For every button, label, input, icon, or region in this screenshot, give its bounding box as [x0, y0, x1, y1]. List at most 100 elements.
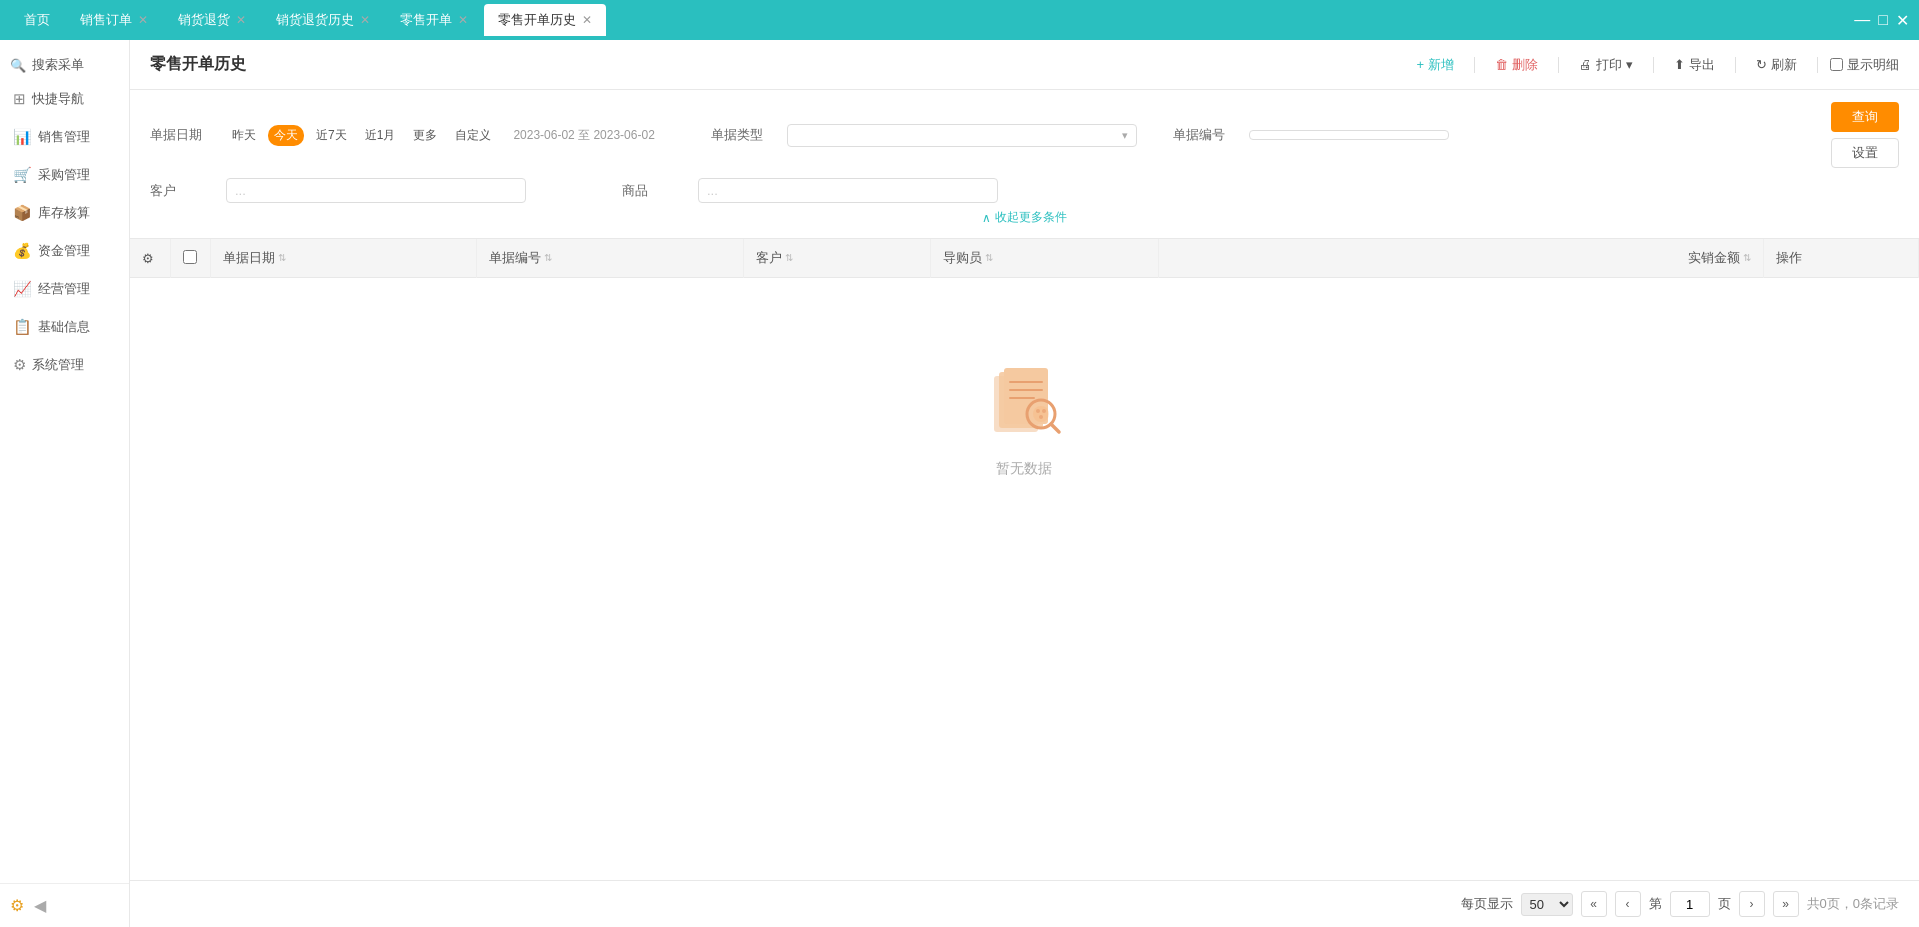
total-info: 共0页，0条记录	[1807, 895, 1899, 913]
tab-sales-order-close[interactable]: ✕	[138, 13, 148, 27]
page-label: 第	[1649, 895, 1662, 913]
page-first-button[interactable]: «	[1581, 891, 1607, 917]
tab-sales-return[interactable]: 销货退货 ✕	[164, 4, 260, 36]
filter-area: 单据日期 昨天 今天 近7天 近1月 更多 自定义 2023-06-02 至 2…	[130, 90, 1919, 239]
goods-placeholder: ...	[707, 183, 718, 198]
table-settings-icon[interactable]: ⚙	[142, 251, 154, 266]
page-prev-button[interactable]: ‹	[1615, 891, 1641, 917]
empty-row: 暂无数据	[130, 278, 1919, 559]
sidebar: 🔍 搜索采单 ⊞ 快捷导航 📊 销售管理 🛒 采购管理 📦 库存核算 💰 资金管…	[0, 40, 130, 927]
page-title: 零售开单历史	[150, 54, 246, 75]
sales-mgmt-icon: 📊	[13, 128, 32, 146]
select-all-checkbox[interactable]	[183, 250, 197, 264]
tab-sales-order-label: 销售订单	[80, 11, 132, 29]
collapse-up-icon: ∧	[982, 211, 991, 225]
date-btn-7days[interactable]: 近7天	[310, 125, 353, 146]
date-btn-1month[interactable]: 近1月	[359, 125, 402, 146]
export-icon: ⬆	[1674, 57, 1685, 72]
query-button[interactable]: 查询	[1831, 102, 1899, 132]
sidebar-item-finance[interactable]: 💰 资金管理	[0, 232, 129, 270]
sidebar-item-system[interactable]: ⚙ 系统管理	[0, 346, 129, 384]
goods-input[interactable]: ...	[698, 178, 998, 203]
sidebar-item-purchase-mgmt[interactable]: 🛒 采购管理	[0, 156, 129, 194]
page-last-button[interactable]: »	[1773, 891, 1799, 917]
date-btn-custom[interactable]: 自定义	[449, 125, 497, 146]
tab-retail-open-history[interactable]: 零售开单历史 ✕	[484, 4, 606, 36]
sidebar-item-operations[interactable]: 📈 经营管理	[0, 270, 129, 308]
th-guide[interactable]: 导购员 ⇅	[931, 239, 1158, 278]
date-btn-group: 昨天 今天 近7天 近1月 更多 自定义	[226, 125, 497, 146]
add-button[interactable]: + 新增	[1408, 52, 1462, 78]
operations-icon: 📈	[13, 280, 32, 298]
empty-cell: 暂无数据	[130, 278, 1919, 559]
pagination: 每页显示 50 10 20 100 « ‹ 第 页 › » 共0页，0条记录	[130, 880, 1919, 927]
sidebar-search[interactable]: 🔍 搜索采单	[0, 50, 129, 80]
divider-1	[1474, 57, 1475, 73]
sidebar-collapse-icon[interactable]: ◀	[34, 896, 46, 915]
order-no-input[interactable]	[1249, 130, 1449, 140]
date-btn-today[interactable]: 今天	[268, 125, 304, 146]
divider-2	[1558, 57, 1559, 73]
sidebar-item-quick-nav[interactable]: ⊞ 快捷导航	[0, 80, 129, 118]
collapse-more-btn[interactable]: ∧ 收起更多条件	[150, 205, 1899, 230]
sidebar-item-base-info-label: 基础信息	[38, 318, 90, 336]
print-label: 打印	[1596, 56, 1622, 74]
export-button[interactable]: ⬆ 导出	[1666, 52, 1723, 78]
tab-retail-open-close[interactable]: ✕	[458, 13, 468, 27]
order-type-select[interactable]: ▾	[787, 124, 1137, 147]
th-actions-label: 操作	[1776, 250, 1802, 265]
empty-svg	[979, 358, 1069, 448]
page-next-button[interactable]: ›	[1739, 891, 1765, 917]
tab-sales-return-history-close[interactable]: ✕	[360, 13, 370, 27]
tab-sales-order[interactable]: 销售订单 ✕	[66, 4, 162, 36]
customer-sort-icon: ⇅	[785, 253, 793, 263]
window-min-button[interactable]: —	[1854, 11, 1870, 29]
display-detail-label: 显示明细	[1847, 56, 1899, 74]
table-head: ⚙ 单据日期 ⇅ 单据编号	[130, 239, 1919, 278]
th-date-label: 单据日期	[223, 249, 275, 267]
goods-label: 商品	[622, 182, 682, 200]
data-table: ⚙ 单据日期 ⇅ 单据编号	[130, 239, 1919, 558]
customer-input[interactable]: ...	[226, 178, 526, 203]
purchase-mgmt-icon: 🛒	[13, 166, 32, 184]
th-number[interactable]: 单据编号 ⇅	[477, 239, 744, 278]
tab-retail-open[interactable]: 零售开单 ✕	[386, 4, 482, 36]
amount-sort-icon: ⇅	[1743, 253, 1751, 263]
print-button[interactable]: 🖨 打印 ▾	[1571, 52, 1641, 78]
sidebar-settings-icon[interactable]: ⚙	[10, 896, 24, 915]
th-actions: 操作	[1764, 239, 1919, 278]
tab-home-label: 首页	[24, 11, 50, 29]
tab-sales-return-history[interactable]: 销货退货历史 ✕	[262, 4, 384, 36]
per-page-select[interactable]: 50 10 20 100	[1521, 893, 1573, 916]
tab-home[interactable]: 首页	[10, 4, 64, 36]
date-label: 单据日期	[150, 126, 210, 144]
tab-retail-open-history-close[interactable]: ✕	[582, 13, 592, 27]
window-max-button[interactable]: □	[1878, 11, 1888, 29]
window-close-button[interactable]: ✕	[1896, 11, 1909, 30]
table-area: ⚙ 单据日期 ⇅ 单据编号	[130, 239, 1919, 880]
settings-button[interactable]: 设置	[1831, 138, 1899, 168]
table-header-row: ⚙ 单据日期 ⇅ 单据编号	[130, 239, 1919, 278]
sidebar-item-base-info[interactable]: 📋 基础信息	[0, 308, 129, 346]
display-detail-checkbox[interactable]	[1830, 58, 1843, 71]
display-detail-checkbox-container[interactable]: 显示明细	[1830, 56, 1899, 74]
delete-button[interactable]: 🗑 删除	[1487, 52, 1546, 78]
date-btn-more[interactable]: 更多	[407, 125, 443, 146]
divider-5	[1817, 57, 1818, 73]
th-settings[interactable]: ⚙	[130, 239, 170, 278]
th-date[interactable]: 单据日期 ⇅	[210, 239, 477, 278]
th-amount[interactable]: 实销金额 ⇅	[1158, 239, 1764, 278]
sidebar-item-inventory[interactable]: 📦 库存核算	[0, 194, 129, 232]
sidebar-item-finance-label: 资金管理	[38, 242, 90, 260]
refresh-button[interactable]: ↻ 刷新	[1748, 52, 1805, 78]
print-icon: 🖨	[1579, 57, 1592, 72]
th-customer[interactable]: 客户 ⇅	[743, 239, 931, 278]
page-number-input[interactable]	[1670, 891, 1710, 917]
date-btn-yesterday[interactable]: 昨天	[226, 125, 262, 146]
tab-sales-return-close[interactable]: ✕	[236, 13, 246, 27]
divider-4	[1735, 57, 1736, 73]
tab-sales-return-history-label: 销货退货历史	[276, 11, 354, 29]
filter-row-1: 单据日期 昨天 今天 近7天 近1月 更多 自定义 2023-06-02 至 2…	[150, 102, 1899, 168]
refresh-icon: ↻	[1756, 57, 1767, 72]
sidebar-item-sales-mgmt[interactable]: 📊 销售管理	[0, 118, 129, 156]
